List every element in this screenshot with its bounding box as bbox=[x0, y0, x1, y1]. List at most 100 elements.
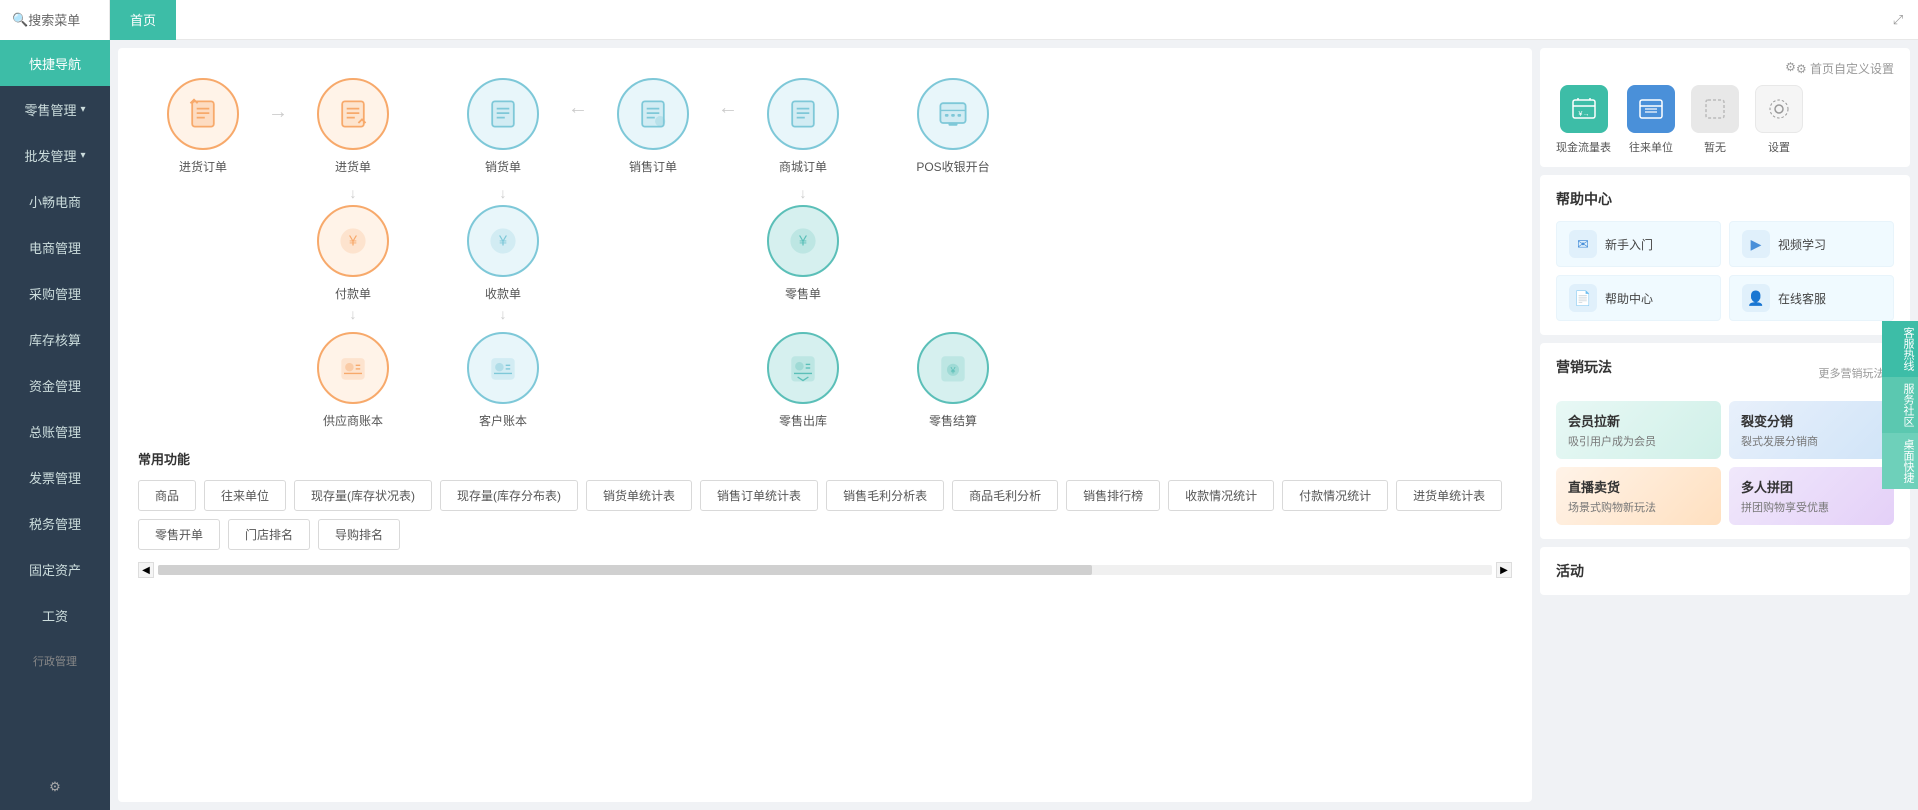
func-btn-8[interactable]: 销售排行榜 bbox=[1066, 480, 1160, 511]
sidebar-label-quicknav: 快捷导航 bbox=[29, 54, 81, 73]
func-btn-7[interactable]: 商品毛利分析 bbox=[952, 480, 1058, 511]
func-btn-10[interactable]: 付款情况统计 bbox=[1282, 480, 1388, 511]
help-center-title: 帮助中心 bbox=[1556, 189, 1894, 209]
sidebar-item-funds[interactable]: 资金管理 bbox=[0, 362, 110, 408]
float-btn-desktop[interactable]: 桌面快捷 bbox=[1882, 433, 1918, 489]
quick-icon-settings[interactable]: 设置 bbox=[1755, 85, 1803, 155]
node-label-payment: 付款单 bbox=[335, 285, 371, 302]
sidebar-item-ecommerce-small[interactable]: 小畅电商 bbox=[0, 178, 110, 224]
home-tab-label: 首页 bbox=[130, 10, 156, 29]
scroll-track bbox=[158, 565, 1492, 575]
mi-desc-viral: 裂式发展分销商 bbox=[1741, 433, 1882, 449]
sidebar-item-inventory[interactable]: 库存核算 bbox=[0, 316, 110, 362]
flow-node-retail[interactable]: ¥ 零售单 bbox=[738, 205, 868, 302]
sidebar-item-tax[interactable]: 税务管理 bbox=[0, 500, 110, 546]
float-btn-service[interactable]: 客服热线 bbox=[1882, 321, 1918, 377]
left-panel: 进货订单 → bbox=[118, 48, 1532, 802]
arrow-left-2: → bbox=[718, 101, 738, 124]
svg-text:¥→: ¥→ bbox=[1578, 111, 1589, 118]
sidebar-item-ledger[interactable]: 总账管理 bbox=[0, 408, 110, 454]
customize-header[interactable]: ⚙ ⚙ 首页自定义设置 bbox=[1556, 60, 1894, 77]
sidebar-item-ecommerce[interactable]: 电商管理 bbox=[0, 224, 110, 270]
arrow-left-1: → bbox=[568, 101, 588, 124]
search-menu[interactable]: 🔍 搜索菜单 bbox=[0, 0, 110, 40]
sidebar-item-invoice[interactable]: 发票管理 bbox=[0, 454, 110, 500]
marketing-item-member[interactable]: 会员拉新 吸引用户成为会员 bbox=[1556, 401, 1721, 459]
node-label-retail: 零售单 bbox=[785, 285, 821, 302]
node-label-customer: 客户账本 bbox=[479, 412, 527, 429]
help-item-video[interactable]: ▶ 视频学习 bbox=[1729, 221, 1894, 267]
flow-node-receipt[interactable]: ¥ 收款单 bbox=[438, 205, 568, 302]
func-btn-12[interactable]: 零售开单 bbox=[138, 519, 220, 550]
node-label-sales-bill: 销货单 bbox=[485, 158, 521, 175]
flow-node-sales-order[interactable]: 销售订单 bbox=[588, 78, 718, 175]
quick-icon-cashflow[interactable]: ¥→ 现金流量表 bbox=[1556, 85, 1611, 155]
help-item-service[interactable]: 👤 在线客服 bbox=[1729, 275, 1894, 321]
marketing-item-group[interactable]: 多人拼团 拼团购物享受优惠 bbox=[1729, 467, 1894, 525]
sidebar-item-wholesale[interactable]: 批发管理 ▾ bbox=[0, 132, 110, 178]
scroll-left-btn[interactable]: ◀ bbox=[138, 562, 154, 578]
help-label-service: 在线客服 bbox=[1778, 290, 1826, 307]
help-item-docs[interactable]: 📄 帮助中心 bbox=[1556, 275, 1721, 321]
customize-label: ⚙ 首页自定义设置 bbox=[1796, 60, 1894, 77]
sidebar-label-funds: 资金管理 bbox=[29, 376, 81, 395]
flow-node-customer[interactable]: 客户账本 bbox=[438, 332, 568, 429]
flow-node-pos[interactable]: POS收银开台 bbox=[888, 78, 1018, 175]
help-item-newbie[interactable]: ✉ 新手入门 bbox=[1556, 221, 1721, 267]
sidebar-label-retail: 零售管理 bbox=[24, 100, 76, 119]
flow-node-purchase-order[interactable]: 进货订单 bbox=[138, 78, 268, 175]
node-label-supplier: 供应商账本 bbox=[323, 412, 383, 429]
flow-node-supplier[interactable]: 供应商账本 bbox=[288, 332, 418, 429]
quick-icon-label-cashflow: 现金流量表 bbox=[1556, 139, 1611, 155]
sidebar-item-retail[interactable]: 零售管理 ▾ bbox=[0, 86, 110, 132]
flow-node-sales-bill[interactable]: 销货单 bbox=[438, 78, 568, 175]
func-btn-11[interactable]: 进货单统计表 bbox=[1396, 480, 1502, 511]
func-btn-4[interactable]: 销货单统计表 bbox=[586, 480, 692, 511]
quick-icon-contacts[interactable]: 往来单位 bbox=[1627, 85, 1675, 155]
func-btn-9[interactable]: 收款情况统计 bbox=[1168, 480, 1274, 511]
marketing-item-viral[interactable]: 裂变分销 裂式发展分销商 bbox=[1729, 401, 1894, 459]
node-label-purchase-order: 进货订单 bbox=[179, 158, 227, 175]
quick-icon-label-contacts: 往来单位 bbox=[1629, 139, 1673, 155]
flow-node-retail-outbound[interactable]: 零售出库 bbox=[738, 332, 868, 429]
activity-section: 活动 bbox=[1540, 547, 1910, 595]
flow-node-retail-settlement[interactable]: ¥ 零售结算 bbox=[888, 332, 1018, 429]
func-btn-1[interactable]: 往来单位 bbox=[204, 480, 286, 511]
marketing-item-live[interactable]: 直播卖货 场景式购物新玩法 bbox=[1556, 467, 1721, 525]
marketing-section: 营销玩法 更多营销玩法 > 会员拉新 吸引用户成为会员 裂变分销 裂式发展分销商… bbox=[1540, 343, 1910, 539]
sidebar-item-salary[interactable]: 工资 bbox=[0, 592, 110, 638]
sidebar: 快捷导航 零售管理 ▾ 批发管理 ▾ 小畅电商 电商管理 采购管理 库存核算 资… bbox=[0, 40, 110, 810]
func-btn-6[interactable]: 销售毛利分析表 bbox=[826, 480, 944, 511]
func-btn-3[interactable]: 现存量(库存分布表) bbox=[440, 480, 578, 511]
gear-icon-small: ⚙ bbox=[1785, 60, 1796, 77]
quick-icon-none[interactable]: 暂无 bbox=[1691, 85, 1739, 155]
node-label-retail-settlement: 零售结算 bbox=[929, 412, 977, 429]
gear-icon: ⚙ bbox=[49, 779, 61, 795]
scroll-right-btn[interactable]: ▶ bbox=[1496, 562, 1512, 578]
func-btn-0[interactable]: 商品 bbox=[138, 480, 196, 511]
sidebar-label-invoice: 发票管理 bbox=[29, 468, 81, 487]
quick-icon-label-settings: 设置 bbox=[1768, 139, 1790, 155]
func-btn-14[interactable]: 导购排名 bbox=[318, 519, 400, 550]
main-layout: 快捷导航 零售管理 ▾ 批发管理 ▾ 小畅电商 电商管理 采购管理 库存核算 资… bbox=[0, 40, 1918, 810]
mi-desc-live: 场景式购物新玩法 bbox=[1568, 499, 1709, 515]
home-tab[interactable]: 首页 bbox=[110, 0, 176, 40]
sidebar-gear-button[interactable]: ⚙ bbox=[0, 764, 110, 810]
expand-button[interactable]: ⤢ bbox=[1883, 5, 1913, 35]
mi-title-member: 会员拉新 bbox=[1568, 411, 1709, 430]
sidebar-item-assets[interactable]: 固定资产 bbox=[0, 546, 110, 592]
func-btn-5[interactable]: 销售订单统计表 bbox=[700, 480, 818, 511]
sidebar-item-quicknav[interactable]: 快捷导航 bbox=[0, 40, 110, 86]
svg-text:¥: ¥ bbox=[498, 234, 508, 250]
flow-node-mall-order[interactable]: 商城订单 bbox=[738, 78, 868, 175]
sidebar-item-purchase[interactable]: 采购管理 bbox=[0, 270, 110, 316]
sidebar-item-admin[interactable]: 行政管理 bbox=[0, 638, 110, 684]
flow-node-purchase-bill[interactable]: 进货单 bbox=[288, 78, 418, 175]
func-btn-13[interactable]: 门店排名 bbox=[228, 519, 310, 550]
flow-node-payment[interactable]: ¥ 付款单 bbox=[288, 205, 418, 302]
node-label-retail-outbound: 零售出库 bbox=[779, 412, 827, 429]
func-btn-2[interactable]: 现存量(库存状况表) bbox=[294, 480, 432, 511]
mi-desc-group: 拼团购物享受优惠 bbox=[1741, 499, 1882, 515]
document-icon: 📄 bbox=[1569, 284, 1597, 312]
float-btn-community[interactable]: 服务社区 bbox=[1882, 377, 1918, 433]
